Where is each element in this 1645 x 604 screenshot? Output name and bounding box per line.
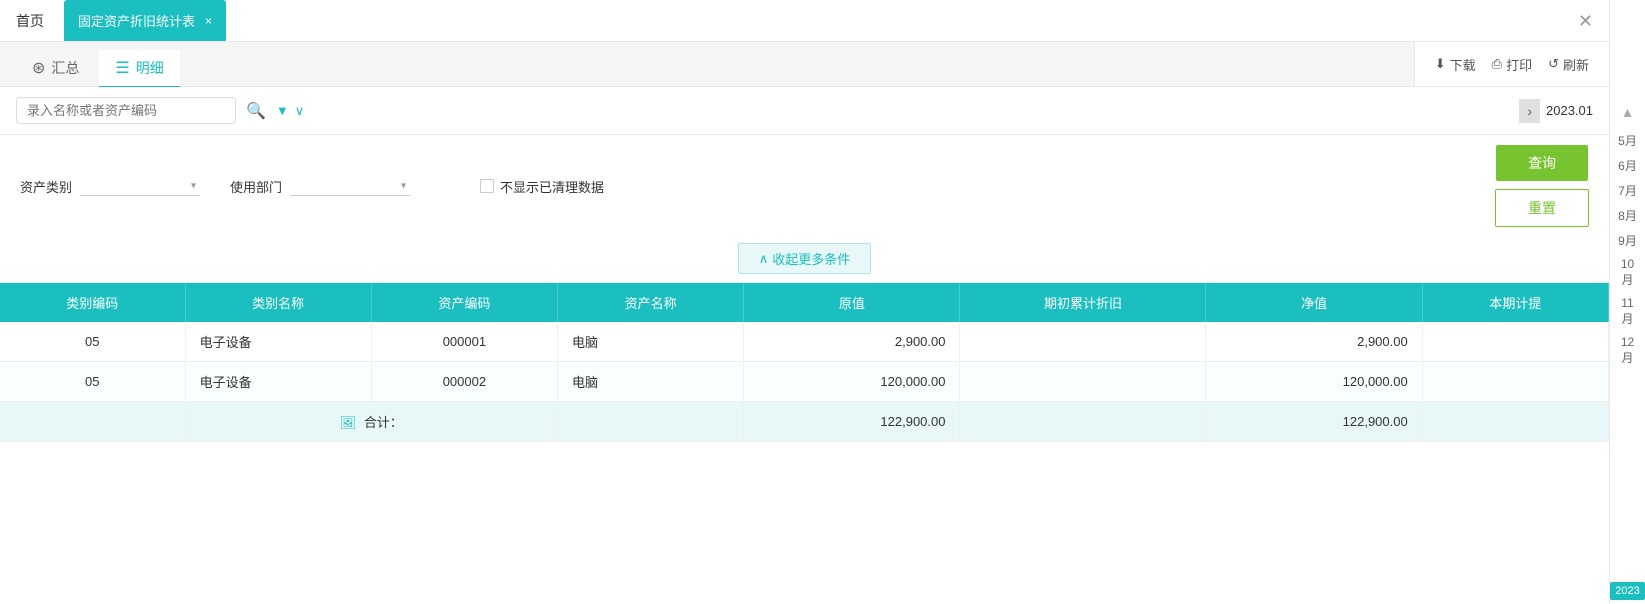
refresh-label: 刷新 (1563, 55, 1589, 74)
search-bar: 🔍 ▼ ∨ › 2023.01 (0, 87, 1609, 135)
table-header-row: 类别编码 类别名称 资产编码 资产名称 原值 期初累计折旧 净值 本期计提 (0, 283, 1609, 322)
collapse-label: 收起更多条件 (772, 249, 850, 268)
window-close-button[interactable]: ✕ (1578, 12, 1593, 30)
col-header-asset-code: 资产编码 (371, 283, 557, 322)
tab-detail[interactable]: ☰ 明细 (99, 50, 179, 88)
sidebar-month-item[interactable]: 6月 (1610, 153, 1645, 178)
hide-cleared-label: 不显示已清理数据 (500, 177, 604, 196)
cell-original-value: 2,900.00 (744, 322, 960, 362)
home-link[interactable]: 首页 (16, 11, 44, 31)
date-display: 2023.01 (1546, 103, 1593, 118)
tab-title: 固定资产折旧统计表 (78, 11, 195, 30)
tab-summary[interactable]: ⊛ 汇总 (16, 50, 95, 88)
collapse-up-icon: ∧ (759, 251, 769, 267)
cell-net-value: 120,000.00 (1206, 362, 1422, 402)
print-icon: ⎙ (1492, 56, 1502, 72)
cell-asset-code: 000001 (371, 322, 557, 362)
date-nav-prev-button[interactable]: › (1519, 99, 1540, 123)
sum-current-dep (1422, 402, 1608, 442)
cell-current-dep (1422, 322, 1608, 362)
sidebar-month-item[interactable]: 11月 (1610, 292, 1645, 331)
cell-asset-name: 电脑 (558, 362, 744, 402)
sidebar-month-item[interactable]: 12月 (1610, 331, 1645, 370)
department-label: 使用部门 (230, 177, 282, 196)
refresh-button[interactable]: ↺ 刷新 (1548, 55, 1589, 74)
more-conditions-toggle[interactable]: ▼ ∨ (276, 103, 304, 119)
right-sidebar: ▲ 5月6月7月8月9月10月11月12月 2023 (1609, 0, 1645, 604)
refresh-icon: ↺ (1548, 56, 1559, 72)
filter-icon: ▼ (276, 103, 289, 118)
department-select[interactable] (290, 176, 410, 196)
asset-category-filter: 资产类别 ▾ (20, 176, 200, 196)
cell-original-value: 120,000.00 (744, 362, 960, 402)
sidebar-month-item[interactable]: 9月 (1610, 228, 1645, 253)
asset-category-label: 资产类别 (20, 177, 72, 196)
sum-accumulated-dep (960, 402, 1206, 442)
department-filter: 使用部门 ▾ (230, 176, 410, 196)
print-label: 打印 (1506, 55, 1532, 74)
collapse-bar: ∧ 收起更多条件 (20, 237, 1589, 282)
cell-asset-name: 电脑 (558, 322, 744, 362)
date-navigator: › 2023.01 (1519, 99, 1593, 123)
data-table: 类别编码 类别名称 资产编码 资产名称 原值 期初累计折旧 净值 本期计提 05… (0, 283, 1609, 442)
col-header-net-value: 净值 (1206, 283, 1422, 322)
col-header-asset-name: 资产名称 (558, 283, 744, 322)
search-input[interactable] (16, 97, 236, 124)
col-header-accumulated-dep: 期初累计折旧 (960, 283, 1206, 322)
chevron-down-icon: ∨ (295, 103, 305, 119)
col-header-original-value: 原值 (744, 283, 960, 322)
sum-icon: 🖼 (340, 415, 357, 430)
cell-accumulated-dep (960, 362, 1206, 402)
cell-category-code: 05 (0, 362, 185, 402)
table-row: 05 电子设备 000001 电脑 2,900.00 2,900.00 (0, 322, 1609, 362)
sum-original-value: 122,900.00 (744, 402, 960, 442)
tab-bar: ⊛ 汇总 ☰ 明细 (0, 42, 1414, 86)
table-area: 类别编码 类别名称 资产编码 资产名称 原值 期初累计折旧 净值 本期计提 05… (0, 283, 1609, 604)
asset-category-select[interactable] (80, 176, 200, 196)
summary-label: 汇总 (51, 58, 79, 78)
sidebar-month-item[interactable]: 8月 (1610, 203, 1645, 228)
col-header-category-code: 类别编码 (0, 283, 185, 322)
sidebar-month-item[interactable]: 7月 (1610, 178, 1645, 203)
query-button[interactable]: 查询 (1496, 145, 1588, 181)
cell-category-code: 05 (0, 322, 185, 362)
cell-category-name: 电子设备 (185, 322, 371, 362)
detail-label: 明细 (136, 58, 164, 78)
sidebar-month-item[interactable]: 10月 (1610, 253, 1645, 292)
sum-asset-name (558, 402, 744, 442)
sidebar-scroll-up-icon[interactable]: ▲ (1617, 100, 1639, 124)
hide-cleared-filter: 不显示已清理数据 (480, 177, 604, 196)
active-tab[interactable]: 固定资产折旧统计表 × (64, 0, 226, 41)
download-icon: ⬇ (1435, 56, 1446, 72)
tab-close-icon[interactable]: × (205, 14, 212, 28)
table-row: 05 电子设备 000002 电脑 120,000.00 120,000.00 (0, 362, 1609, 402)
search-icon[interactable]: 🔍 (246, 101, 266, 121)
filter-area: 资产类别 ▾ 使用部门 ▾ 不显示已清理数 (0, 135, 1609, 283)
reset-button[interactable]: 重置 (1495, 189, 1589, 227)
cell-net-value: 2,900.00 (1206, 322, 1422, 362)
cell-accumulated-dep (960, 322, 1206, 362)
download-label: 下载 (1450, 55, 1476, 74)
sum-net-value: 122,900.00 (1206, 402, 1422, 442)
year-badge[interactable]: 2023 (1610, 582, 1644, 600)
cell-asset-code: 000002 (371, 362, 557, 402)
summary-icon: ⊛ (32, 58, 45, 78)
sum-row: 🖼 合计： 122,900.00 122,900.00 (0, 402, 1609, 442)
filter-buttons: 查询 重置 (1495, 145, 1589, 227)
top-nav: 首页 固定资产折旧统计表 × ✕ (0, 0, 1609, 42)
detail-icon: ☰ (115, 58, 129, 78)
sidebar-month-item[interactable]: 5月 (1610, 128, 1645, 153)
toolbar: ⬇ 下载 ⎙ 打印 ↺ 刷新 (1414, 42, 1609, 86)
cell-category-name: 电子设备 (185, 362, 371, 402)
cell-current-dep (1422, 362, 1608, 402)
sum-label-cell (0, 402, 185, 442)
col-header-current-dep: 本期计提 (1422, 283, 1608, 322)
print-button[interactable]: ⎙ 打印 (1492, 55, 1532, 74)
sum-label: 🖼 合计： (185, 402, 557, 442)
hide-cleared-checkbox[interactable] (480, 179, 494, 193)
col-header-category-name: 类别名称 (185, 283, 371, 322)
download-button[interactable]: ⬇ 下载 (1435, 55, 1476, 74)
collapse-button[interactable]: ∧ 收起更多条件 (738, 243, 872, 274)
